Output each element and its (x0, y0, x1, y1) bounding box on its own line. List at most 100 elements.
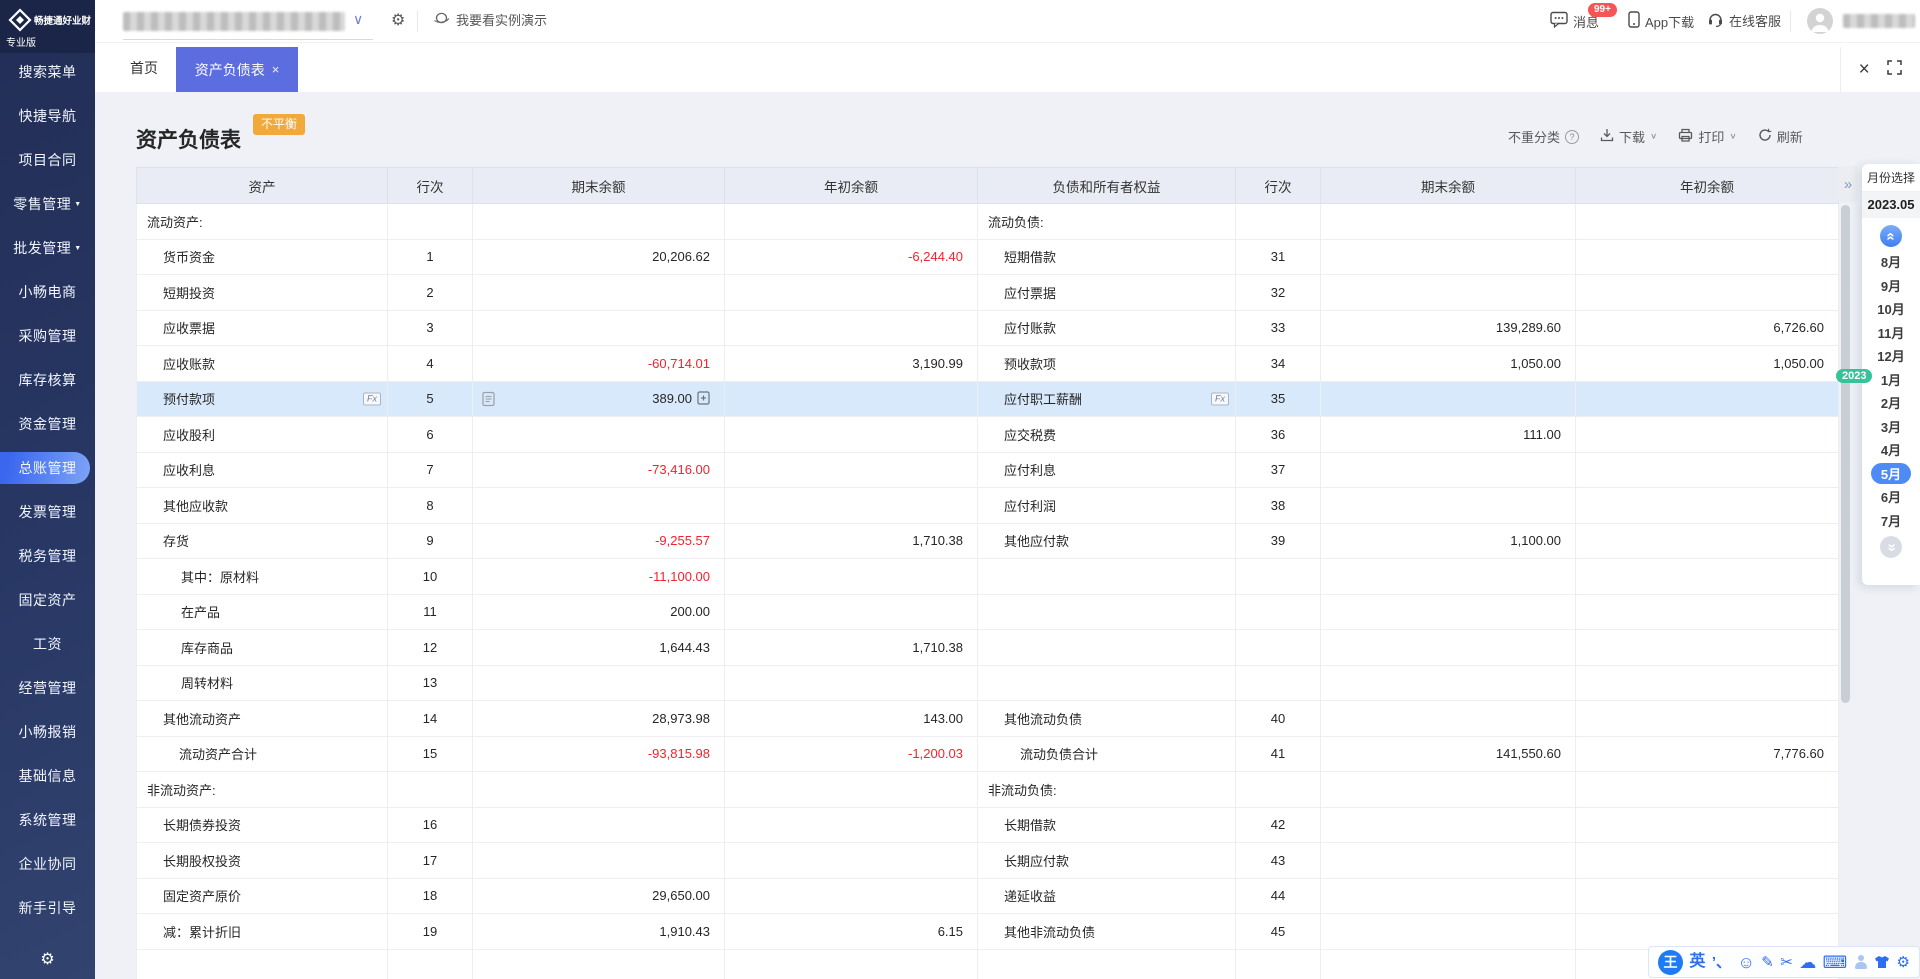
table-cell[interactable] (1575, 274, 1839, 311)
table-cell[interactable] (977, 664, 1236, 701)
table-cell[interactable] (1575, 558, 1839, 595)
month-item[interactable]: 9月 (1862, 274, 1920, 298)
table-cell[interactable]: -60,714.01 (472, 345, 725, 382)
table-cell[interactable]: 37 (1235, 451, 1321, 488)
sidebar-item[interactable]: 固定资产 (0, 578, 95, 622)
table-cell[interactable]: 其他流动负债 (977, 700, 1236, 737)
month-item[interactable]: 4月 (1862, 438, 1920, 462)
month-item[interactable]: 7月 (1862, 509, 1920, 533)
table-cell[interactable] (1320, 558, 1576, 595)
table-cell[interactable] (1320, 771, 1576, 808)
demo-link[interactable]: 我要看实例演示 (433, 10, 547, 29)
close-icon[interactable]: × (1859, 60, 1870, 79)
table-cell[interactable]: -1,200.03 (724, 735, 978, 772)
table-cell[interactable]: 其他应付款 (977, 522, 1236, 559)
table-cell[interactable]: 周转材料 (136, 664, 388, 701)
table-cell[interactable]: 43 (1235, 842, 1321, 879)
table-cell[interactable]: 长期债券投资 (136, 806, 388, 843)
table-cell[interactable] (1575, 913, 1839, 950)
table-cell[interactable]: 预收款项 (977, 345, 1236, 382)
table-cell[interactable]: 流动资产: (136, 203, 388, 240)
table-cell[interactable]: 流动负债合计 (977, 735, 1236, 772)
sidebar-item[interactable]: 小畅电商 (0, 270, 95, 314)
skin-tshirt-icon[interactable] (1874, 955, 1890, 969)
table-cell[interactable]: 应收股利 (136, 416, 388, 453)
sidebar-item[interactable]: 基础信息 (0, 754, 95, 798)
table-cell[interactable] (977, 558, 1236, 595)
table-cell[interactable] (1320, 842, 1576, 879)
table-cell[interactable]: 40 (1235, 700, 1321, 737)
table-cell[interactable] (1575, 238, 1839, 275)
table-cell[interactable] (1320, 274, 1576, 311)
table-cell[interactable]: 长期借款 (977, 806, 1236, 843)
user-icon[interactable] (1854, 955, 1868, 969)
table-cell[interactable] (472, 842, 725, 879)
table-cell[interactable] (472, 203, 725, 240)
table-cell[interactable] (136, 948, 388, 979)
table-cell[interactable]: 33 (1235, 309, 1321, 346)
table-cell[interactable] (472, 948, 725, 979)
table-cell[interactable]: 6 (387, 416, 473, 453)
table-cell[interactable]: 141,550.60 (1320, 735, 1576, 772)
table-cell[interactable] (1235, 593, 1321, 630)
table-cell[interactable]: 44 (1235, 877, 1321, 914)
table-cell[interactable] (1575, 629, 1839, 666)
table-cell[interactable]: 39 (1235, 522, 1321, 559)
table-cell[interactable]: 应付账款 (977, 309, 1236, 346)
table-cell[interactable]: 18 (387, 877, 473, 914)
sidebar-item[interactable]: 库存核算 (0, 358, 95, 402)
table-cell[interactable] (1235, 771, 1321, 808)
online-support-button[interactable]: 在线客服 (1707, 11, 1781, 30)
table-cell[interactable]: 34 (1235, 345, 1321, 382)
panel-collapse-handle[interactable]: » (1838, 166, 1858, 202)
table-cell[interactable] (472, 806, 725, 843)
table-cell[interactable] (724, 416, 978, 453)
table-cell[interactable] (1575, 842, 1839, 879)
table-cell[interactable]: 41 (1235, 735, 1321, 772)
table-cell[interactable]: 货币资金 (136, 238, 388, 275)
table-cell[interactable] (724, 842, 978, 879)
table-cell[interactable] (1320, 451, 1576, 488)
table-cell[interactable]: 递延收益 (977, 877, 1236, 914)
table-cell[interactable]: 9 (387, 522, 473, 559)
table-cell[interactable] (472, 274, 725, 311)
formula-icon[interactable]: Fx (1211, 392, 1229, 406)
table-cell[interactable]: 19 (387, 913, 473, 950)
table-cell[interactable]: 应付职工薪酬 Fx (977, 380, 1236, 417)
table-cell[interactable] (724, 877, 978, 914)
table-cell[interactable] (977, 629, 1236, 666)
table-cell[interactable] (977, 593, 1236, 630)
fullscreen-icon[interactable] (1887, 59, 1903, 80)
table-cell[interactable] (724, 558, 978, 595)
table-cell[interactable]: 111.00 (1320, 416, 1576, 453)
table-cell[interactable] (1320, 877, 1576, 914)
table-cell[interactable] (724, 487, 978, 524)
table-cell[interactable]: 143.00 (724, 700, 978, 737)
table-cell[interactable]: 短期投资 (136, 274, 388, 311)
scroll-months-down-button[interactable]: « (1880, 536, 1902, 558)
table-cell[interactable]: 固定资产原价 (136, 877, 388, 914)
table-cell[interactable]: 应付利润 (977, 487, 1236, 524)
help-icon[interactable]: ? (1565, 129, 1580, 144)
table-cell[interactable]: 5 (387, 380, 473, 417)
table-cell[interactable]: 2 (387, 274, 473, 311)
table-cell[interactable]: 6,726.60 (1575, 309, 1839, 346)
table-cell[interactable]: -9,255.57 (472, 522, 725, 559)
table-cell[interactable]: 15 (387, 735, 473, 772)
sidebar-item[interactable]: 采购管理 (0, 314, 95, 358)
vertical-scrollbar-thumb[interactable] (1841, 205, 1850, 703)
table-cell[interactable] (1575, 487, 1839, 524)
table-cell[interactable]: 11 (387, 593, 473, 630)
month-item[interactable]: 6月 (1862, 485, 1920, 509)
table-cell[interactable]: 45 (1235, 913, 1321, 950)
table-cell[interactable] (1575, 380, 1839, 417)
table-cell[interactable] (1235, 664, 1321, 701)
month-item[interactable]: 5月 (1862, 462, 1920, 486)
handwriting-pencil-icon[interactable]: ✎ (1761, 955, 1774, 970)
app-download-button[interactable]: App下载 (1628, 11, 1694, 31)
table-cell[interactable]: 1,050.00 (1320, 345, 1576, 382)
table-cell[interactable]: 7 (387, 451, 473, 488)
table-cell[interactable] (1320, 700, 1576, 737)
table-cell[interactable]: 12 (387, 629, 473, 666)
table-cell[interactable]: -73,416.00 (472, 451, 725, 488)
